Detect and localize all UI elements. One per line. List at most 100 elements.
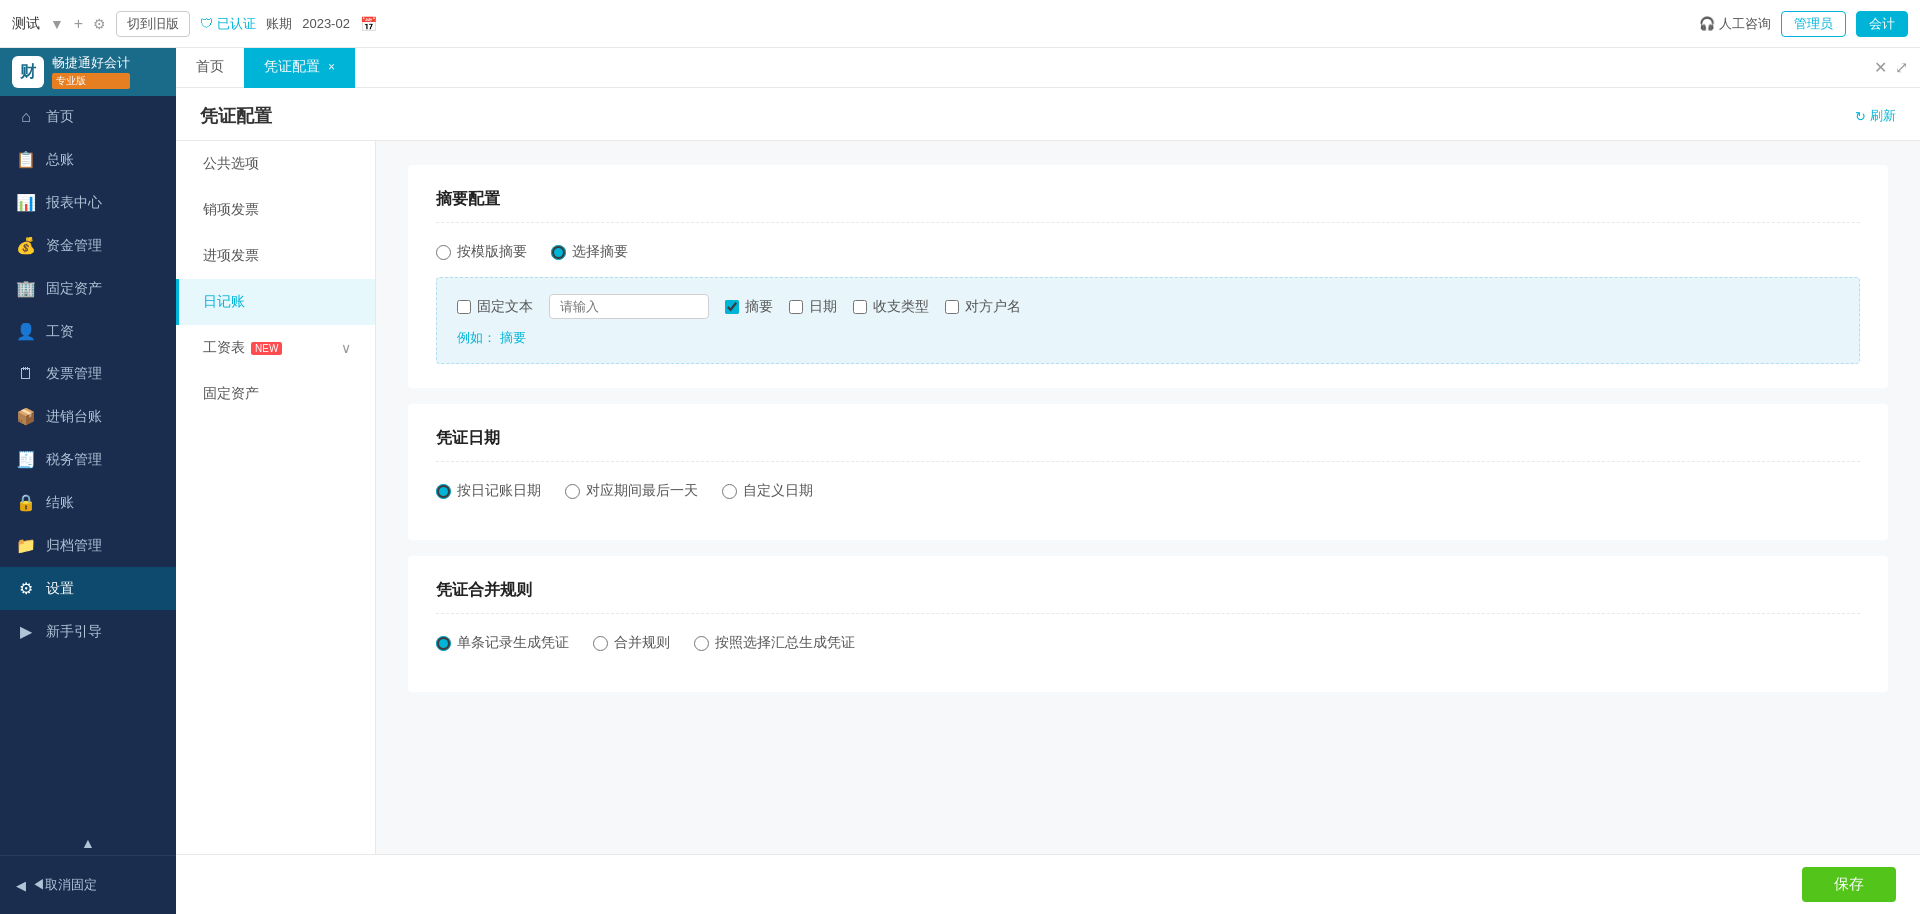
sidebar-item-report[interactable]: 📊 报表中心 bbox=[0, 181, 176, 224]
sidebar-item-close[interactable]: 🔒 结账 bbox=[0, 481, 176, 524]
voucher-merge-radio-group: 单条记录生成凭证 合并规则 按照选择汇总生成凭证 bbox=[436, 634, 1860, 652]
template-summary-option[interactable]: 按模版摘要 bbox=[436, 243, 527, 261]
income-type-checkbox-option[interactable]: 收支类型 bbox=[853, 298, 929, 316]
inner-layout: 公共选项 销项发票 进项发票 日记账 工资表 NEW ∨ bbox=[176, 141, 1920, 854]
expand-icon[interactable]: ⤢ bbox=[1895, 58, 1908, 77]
period-last-day-radio[interactable] bbox=[565, 484, 580, 499]
sidebar-item-ledger[interactable]: 📋 总账 bbox=[0, 138, 176, 181]
sidebar-item-settings[interactable]: ⚙ 设置 bbox=[0, 567, 176, 610]
refresh-button[interactable]: ↻ 刷新 bbox=[1855, 107, 1896, 125]
sidebar-item-label: 发票管理 bbox=[46, 365, 102, 383]
summary-config-box: 固定文本 摘要 日期 bbox=[436, 277, 1860, 364]
template-summary-radio[interactable] bbox=[436, 245, 451, 260]
tab-home[interactable]: 首页 bbox=[176, 48, 244, 88]
merge-rule-radio[interactable] bbox=[593, 636, 608, 651]
add-icon[interactable]: + bbox=[74, 15, 83, 33]
sidebar-scroll: ⌂ 首页 📋 总账 📊 报表中心 💰 资金管理 🏢 固定资产 👤 工资 bbox=[0, 96, 176, 831]
custom-date-option[interactable]: 自定义日期 bbox=[722, 482, 813, 500]
payroll-icon: 👤 bbox=[16, 322, 36, 341]
left-nav-item-fixed-asset[interactable]: 固定资产 bbox=[176, 371, 375, 417]
sidebar-item-payroll[interactable]: 👤 工资 bbox=[0, 310, 176, 353]
expand-nav-icon: ∨ bbox=[341, 340, 351, 356]
select-merge-option[interactable]: 按照选择汇总生成凭证 bbox=[694, 634, 855, 652]
save-button[interactable]: 保存 bbox=[1802, 867, 1896, 902]
sidebar-bottom: ◀ ◀取消固定 bbox=[0, 855, 176, 914]
calendar-icon[interactable]: 📅 bbox=[360, 16, 377, 32]
tab-voucher-config[interactable]: 凭证配置 × bbox=[244, 48, 355, 88]
tab-bar: 首页 凭证配置 × ✕ ⤢ bbox=[176, 48, 1920, 88]
left-nav-item-payroll-table[interactable]: 工资表 NEW ∨ bbox=[176, 325, 375, 371]
cancel-fixed-button[interactable]: ◀ ◀取消固定 bbox=[0, 866, 176, 904]
service-button[interactable]: 🎧 人工咨询 bbox=[1699, 15, 1771, 33]
content-area: 首页 凭证配置 × ✕ ⤢ 凭证配置 ↻ 刷新 公共选项 bbox=[176, 48, 1920, 914]
right-content: 摘要配置 按模版摘要 选择摘要 bbox=[376, 141, 1920, 854]
sidebar-item-label: 归档管理 bbox=[46, 537, 102, 555]
sidebar-item-label: 税务管理 bbox=[46, 451, 102, 469]
pro-badge: 专业版 bbox=[52, 73, 130, 89]
switch-version-button[interactable]: 切到旧版 bbox=[116, 11, 190, 37]
left-nav-item-purchase-invoice[interactable]: 进项发票 bbox=[176, 233, 375, 279]
select-summary-radio[interactable] bbox=[551, 245, 566, 260]
close-tab-icon[interactable]: × bbox=[328, 60, 335, 74]
sidebar-item-label: 报表中心 bbox=[46, 194, 102, 212]
sidebar-item-invoice[interactable]: 🗒 发票管理 bbox=[0, 353, 176, 395]
select-summary-option[interactable]: 选择摘要 bbox=[551, 243, 628, 261]
sidebar-item-asset[interactable]: 🏢 固定资产 bbox=[0, 267, 176, 310]
logo-text: 畅捷通好会计 bbox=[52, 55, 130, 72]
fixed-text-checkbox[interactable] bbox=[457, 300, 471, 314]
chevron-down-icon[interactable]: ▼ bbox=[50, 16, 64, 32]
left-nav-item-public[interactable]: 公共选项 bbox=[176, 141, 375, 187]
sidebar-item-label: 资金管理 bbox=[46, 237, 102, 255]
tab-bar-actions: ✕ ⤢ bbox=[1874, 58, 1920, 77]
period-last-day-option[interactable]: 对应期间最后一天 bbox=[565, 482, 698, 500]
custom-date-radio[interactable] bbox=[722, 484, 737, 499]
sidebar: 财 畅捷通好会计 专业版 ⌂ 首页 📋 总账 📊 报表中心 💰 资金管理 bbox=[0, 48, 176, 914]
left-nav: 公共选项 销项发票 进项发票 日记账 工资表 NEW ∨ bbox=[176, 141, 376, 854]
summary-checkbox-option[interactable]: 摘要 bbox=[725, 298, 773, 316]
merge-rule-option[interactable]: 合并规则 bbox=[593, 634, 670, 652]
sidebar-item-home[interactable]: ⌂ 首页 bbox=[0, 96, 176, 138]
summary-config-section: 摘要配置 按模版摘要 选择摘要 bbox=[408, 165, 1888, 388]
sidebar-item-label: 结账 bbox=[46, 494, 74, 512]
summary-checkbox[interactable] bbox=[725, 300, 739, 314]
journal-date-radio[interactable] bbox=[436, 484, 451, 499]
single-record-option[interactable]: 单条记录生成凭证 bbox=[436, 634, 569, 652]
sidebar-item-label: 工资 bbox=[46, 323, 74, 341]
accountant-button[interactable]: 会计 bbox=[1856, 11, 1908, 37]
page-header: 凭证配置 ↻ 刷新 bbox=[176, 88, 1920, 141]
sidebar-item-label: 设置 bbox=[46, 580, 74, 598]
gear-icon[interactable]: ⚙ bbox=[93, 16, 106, 32]
certified-badge: 🛡 已认证 bbox=[200, 15, 256, 33]
date-checkbox[interactable] bbox=[789, 300, 803, 314]
voucher-date-section: 凭证日期 按日记账日期 对应期间最后一天 自定义日期 bbox=[408, 404, 1888, 540]
close-window-icon[interactable]: ✕ bbox=[1874, 58, 1887, 77]
date-checkbox-option[interactable]: 日期 bbox=[789, 298, 837, 316]
sidebar-item-label: 总账 bbox=[46, 151, 74, 169]
sidebar-logo: 财 畅捷通好会计 专业版 bbox=[0, 48, 176, 96]
tax-icon: 🧾 bbox=[16, 450, 36, 469]
report-icon: 📊 bbox=[16, 193, 36, 212]
select-merge-radio[interactable] bbox=[694, 636, 709, 651]
logo-icon: 财 bbox=[12, 56, 44, 88]
voucher-merge-section: 凭证合并规则 单条记录生成凭证 合并规则 按照选择汇总生成凭证 bbox=[408, 556, 1888, 692]
cancel-fixed-label: ◀取消固定 bbox=[32, 876, 97, 894]
ledger-icon: 📋 bbox=[16, 150, 36, 169]
sidebar-item-archive[interactable]: 📁 归档管理 bbox=[0, 524, 176, 567]
sidebar-item-guide[interactable]: ▶ 新手引导 bbox=[0, 610, 176, 653]
fixed-text-input[interactable] bbox=[549, 294, 709, 319]
sidebar-item-trade[interactable]: 📦 进销台账 bbox=[0, 395, 176, 438]
income-type-checkbox[interactable] bbox=[853, 300, 867, 314]
left-nav-item-sales-invoice[interactable]: 销项发票 bbox=[176, 187, 375, 233]
page-title: 凭证配置 bbox=[200, 104, 272, 128]
admin-button[interactable]: 管理员 bbox=[1781, 11, 1846, 37]
left-nav-item-journal[interactable]: 日记账 bbox=[176, 279, 375, 325]
sidebar-item-tax[interactable]: 🧾 税务管理 bbox=[0, 438, 176, 481]
summary-config-title: 摘要配置 bbox=[436, 189, 1860, 223]
sidebar-scroll-up-button[interactable]: ▲ bbox=[0, 831, 176, 855]
journal-date-option[interactable]: 按日记账日期 bbox=[436, 482, 541, 500]
counterpart-checkbox-option[interactable]: 对方户名 bbox=[945, 298, 1021, 316]
single-record-radio[interactable] bbox=[436, 636, 451, 651]
fixed-text-checkbox-option[interactable]: 固定文本 bbox=[457, 298, 533, 316]
counterpart-checkbox[interactable] bbox=[945, 300, 959, 314]
sidebar-item-fund[interactable]: 💰 资金管理 bbox=[0, 224, 176, 267]
